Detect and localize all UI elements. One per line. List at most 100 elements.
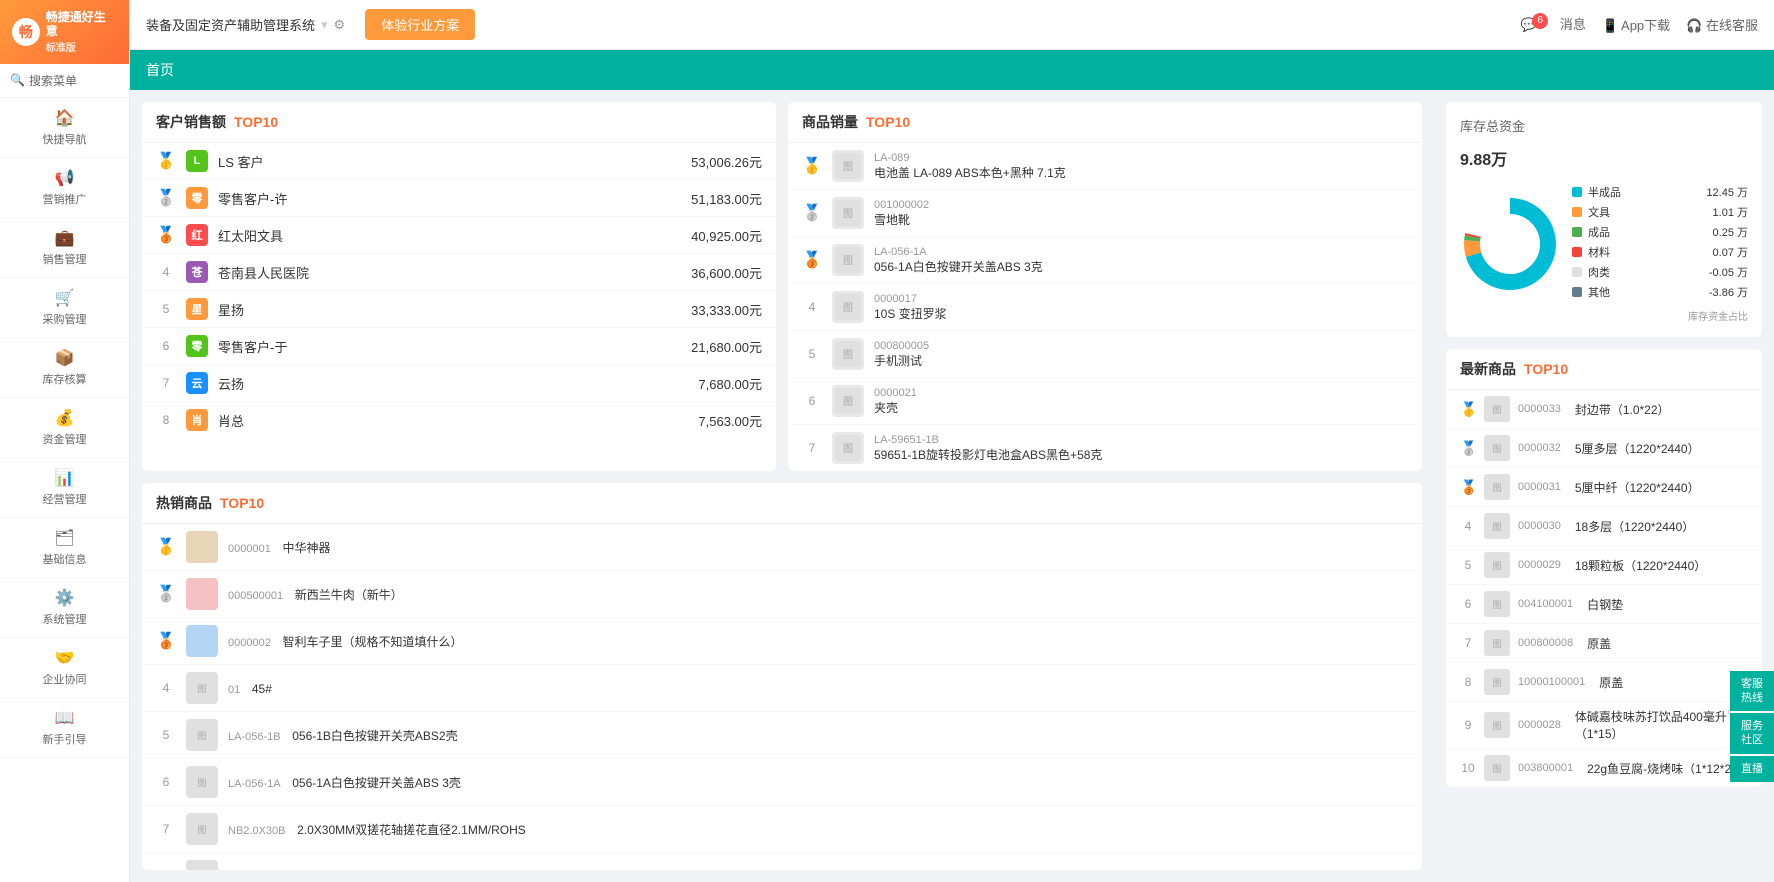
community-btn[interactable]: 服务社区 bbox=[1730, 713, 1774, 754]
product-code: 0000033 bbox=[1518, 403, 1561, 415]
svg-text:图: 图 bbox=[1492, 600, 1501, 610]
rank-num: 7 bbox=[156, 376, 176, 390]
sidebar-item-system[interactable]: ⚙️ 系统管理 bbox=[0, 578, 129, 638]
product-img bbox=[186, 625, 218, 657]
legend-dot bbox=[1572, 207, 1582, 217]
basic-info-icon: 🗂 bbox=[54, 528, 74, 548]
customer-amount: 21,680.00元 bbox=[691, 337, 762, 356]
new-product-row: 8 图 10000100001 原盖 bbox=[1446, 663, 1762, 702]
top-section: 客户销售额 TOP10 🥇 L LS 客户 53,006.26元 🥈 零 零售客… bbox=[142, 102, 1422, 471]
settings-icon[interactable]: ⚙ bbox=[334, 17, 346, 33]
main-area: 装备及固定资产辅助管理系统 ▾ ⚙ 体验行业方案 💬 6 消息 📱 App下载 … bbox=[130, 0, 1774, 882]
new-products-table: 🥇 图 0000033 封边带（1.0*22） 🥈 图 0000032 5厘多层… bbox=[1446, 390, 1762, 787]
product-info: 000500001 新西兰牛肉（新牛） bbox=[228, 586, 1408, 603]
rank-num: 4 bbox=[156, 681, 176, 695]
hot-product-row: 7 图 NB2.0X30B 2.0X30MM双搓花轴搓花直径2.1MM/ROHS bbox=[142, 806, 1422, 853]
new-product-row: 🥈 图 0000032 5厘多层（1220*2440） bbox=[1446, 429, 1762, 468]
headset-icon: 🎧 bbox=[1686, 18, 1702, 33]
customer-amount: 7,680.00元 bbox=[698, 374, 762, 393]
legend-value: -3.86 万 bbox=[1709, 284, 1748, 300]
product-info: LA-056-1A 056-1A白色按键开关盖ABS 3克 bbox=[874, 246, 1408, 275]
legend-label: 文具 bbox=[1588, 204, 1707, 220]
sidebar-search-area[interactable]: 🔍 搜索菜单 bbox=[0, 64, 129, 98]
sidebar-item-inventory[interactable]: 📦 库存核算 bbox=[0, 338, 129, 398]
product-name: 22g鱼豆腐-烧烤味（1*12*20） bbox=[1587, 760, 1748, 777]
product-img: 图 bbox=[1484, 396, 1510, 422]
online-service-area[interactable]: 🎧 在线客服 bbox=[1686, 15, 1758, 34]
product-sales-row: 🥈 图 001000002 雪地靴 bbox=[788, 190, 1422, 237]
sidebar-item-sales[interactable]: 💼 销售管理 bbox=[0, 218, 129, 278]
svg-text:图: 图 bbox=[1492, 405, 1501, 415]
hot-products-top10: TOP10 bbox=[220, 495, 264, 511]
customer-amount: 51,183.00元 bbox=[691, 189, 762, 208]
customer-amount: 33,333.00元 bbox=[691, 300, 762, 319]
new-products-top10: TOP10 bbox=[1524, 361, 1568, 377]
operations-icon: 📊 bbox=[55, 468, 75, 488]
product-sales-top10: TOP10 bbox=[866, 114, 910, 130]
sidebar-item-guide[interactable]: 📖 新手引导 bbox=[0, 698, 129, 758]
customer-sales-table: 🥇 L LS 客户 53,006.26元 🥈 零 零售客户-许 51,183.0… bbox=[142, 143, 776, 438]
product-name: 056-1B白色按键开关壳ABS2壳 bbox=[292, 729, 457, 743]
sidebar-item-marketing[interactable]: 📢 营销推广 bbox=[0, 158, 129, 218]
sidebar-item-purchase[interactable]: 🛒 采购管理 bbox=[0, 278, 129, 338]
topbar-sep: ▾ bbox=[321, 17, 328, 33]
customer-amount: 36,600.00元 bbox=[691, 263, 762, 282]
rank-num: 9 bbox=[1460, 718, 1476, 732]
customer-badge: 红 bbox=[186, 224, 208, 246]
sidebar-item-finance[interactable]: 💰 资金管理 bbox=[0, 398, 129, 458]
product-code: 000800005 bbox=[874, 340, 1408, 352]
inventory-legend: 半成品 12.45 万 文具 1.01 万 成品 0.25 万 材料 0.07 … bbox=[1572, 184, 1748, 304]
sidebar-item-home[interactable]: 🏠 快捷导航 bbox=[0, 98, 129, 158]
customer-name: 肖总 bbox=[218, 411, 688, 430]
message-area[interactable]: 💬 6 消息 bbox=[1520, 14, 1585, 35]
product-code: 01 bbox=[228, 684, 240, 696]
live-btn[interactable]: 直播 bbox=[1730, 756, 1774, 782]
customer-name: 零售客户-于 bbox=[218, 337, 681, 356]
finance-icon: 💰 bbox=[55, 408, 75, 428]
sidebar-item-basic-info[interactable]: 🗂 基础信息 bbox=[0, 518, 129, 578]
product-name: 5厘多层（1220*2440） bbox=[1575, 440, 1748, 457]
topbar-right: 💬 6 消息 📱 App下载 🎧 在线客服 bbox=[1520, 14, 1758, 35]
system-icon: ⚙️ bbox=[55, 588, 75, 608]
sidebar-item-label: 库存核算 bbox=[43, 371, 87, 387]
product-info: 01 45# bbox=[228, 681, 1408, 696]
hot-product-row: 🥈 000500001 新西兰牛肉（新牛） bbox=[142, 571, 1422, 618]
product-sales-row: 7 图 LA-59651-1B 59651-1B旋转投影灯电池盒ABS黑色+58… bbox=[788, 425, 1422, 471]
product-name: 10S 变扭罗浆 bbox=[874, 305, 1408, 322]
new-product-row: 🥇 图 0000033 封边带（1.0*22） bbox=[1446, 390, 1762, 429]
svg-text:图: 图 bbox=[1492, 522, 1501, 532]
product-img: 图 bbox=[832, 244, 864, 276]
sidebar-item-operations[interactable]: 📊 经营管理 bbox=[0, 458, 129, 518]
svg-text:图: 图 bbox=[197, 684, 206, 694]
rank-num: 5 bbox=[1460, 558, 1476, 572]
sidebar-item-label: 销售管理 bbox=[43, 251, 87, 267]
customer-sales-header: 客户销售额 TOP10 bbox=[142, 102, 776, 143]
product-info: 000800005 手机测试 bbox=[874, 340, 1408, 369]
search-menu-label[interactable]: 🔍 搜索菜单 bbox=[10, 72, 119, 89]
inventory-unit: 万 bbox=[1491, 152, 1507, 169]
rank-num: 8 bbox=[156, 869, 176, 870]
new-product-row: 5 图 0000029 18颗粒板（1220*2440） bbox=[1446, 546, 1762, 585]
product-code: 0000028 bbox=[1518, 719, 1561, 731]
sidebar-item-label: 营销推广 bbox=[43, 191, 87, 207]
product-sales-row: 🥇 图 LA-089 电池盖 LA-089 ABS本色+黑种 7.1克 bbox=[788, 143, 1422, 190]
customer-sales-title: 客户销售额 bbox=[156, 112, 226, 132]
customer-amount: 7,563.00元 bbox=[698, 411, 762, 430]
customer-service-btn[interactable]: 客服热线 bbox=[1730, 671, 1774, 712]
sidebar-item-cooperation[interactable]: 🤝 企业协同 bbox=[0, 638, 129, 698]
new-products-card: 最新商品 TOP10 🥇 图 0000033 封边带（1.0*22） 🥈 图 0… bbox=[1446, 349, 1762, 787]
customer-name: 苍南县人民医院 bbox=[218, 263, 681, 282]
product-code: LA-056-1A bbox=[874, 246, 1408, 258]
product-img: 图 bbox=[1484, 712, 1510, 738]
product-sales-table: 🥇 图 LA-089 电池盖 LA-089 ABS本色+黑种 7.1克 🥈 图 … bbox=[788, 143, 1422, 471]
topbar: 装备及固定资产辅助管理系统 ▾ ⚙ 体验行业方案 💬 6 消息 📱 App下载 … bbox=[130, 0, 1774, 50]
product-name: 12070519-xs bbox=[282, 870, 351, 871]
new-products-title: 最新商品 bbox=[1460, 359, 1516, 379]
app-download-area[interactable]: 📱 App下载 bbox=[1602, 15, 1670, 34]
product-sales-row: 6 图 0000021 夹壳 bbox=[788, 378, 1422, 425]
product-img: 图 bbox=[186, 813, 218, 845]
trial-button[interactable]: 体验行业方案 bbox=[365, 9, 475, 40]
product-sales-card: 商品销量 TOP10 🥇 图 LA-089 电池盖 LA-089 ABS本色+黑… bbox=[788, 102, 1422, 471]
product-code: 10000100001 bbox=[1518, 676, 1585, 688]
system-title-area: 装备及固定资产辅助管理系统 ▾ ⚙ bbox=[146, 15, 345, 34]
